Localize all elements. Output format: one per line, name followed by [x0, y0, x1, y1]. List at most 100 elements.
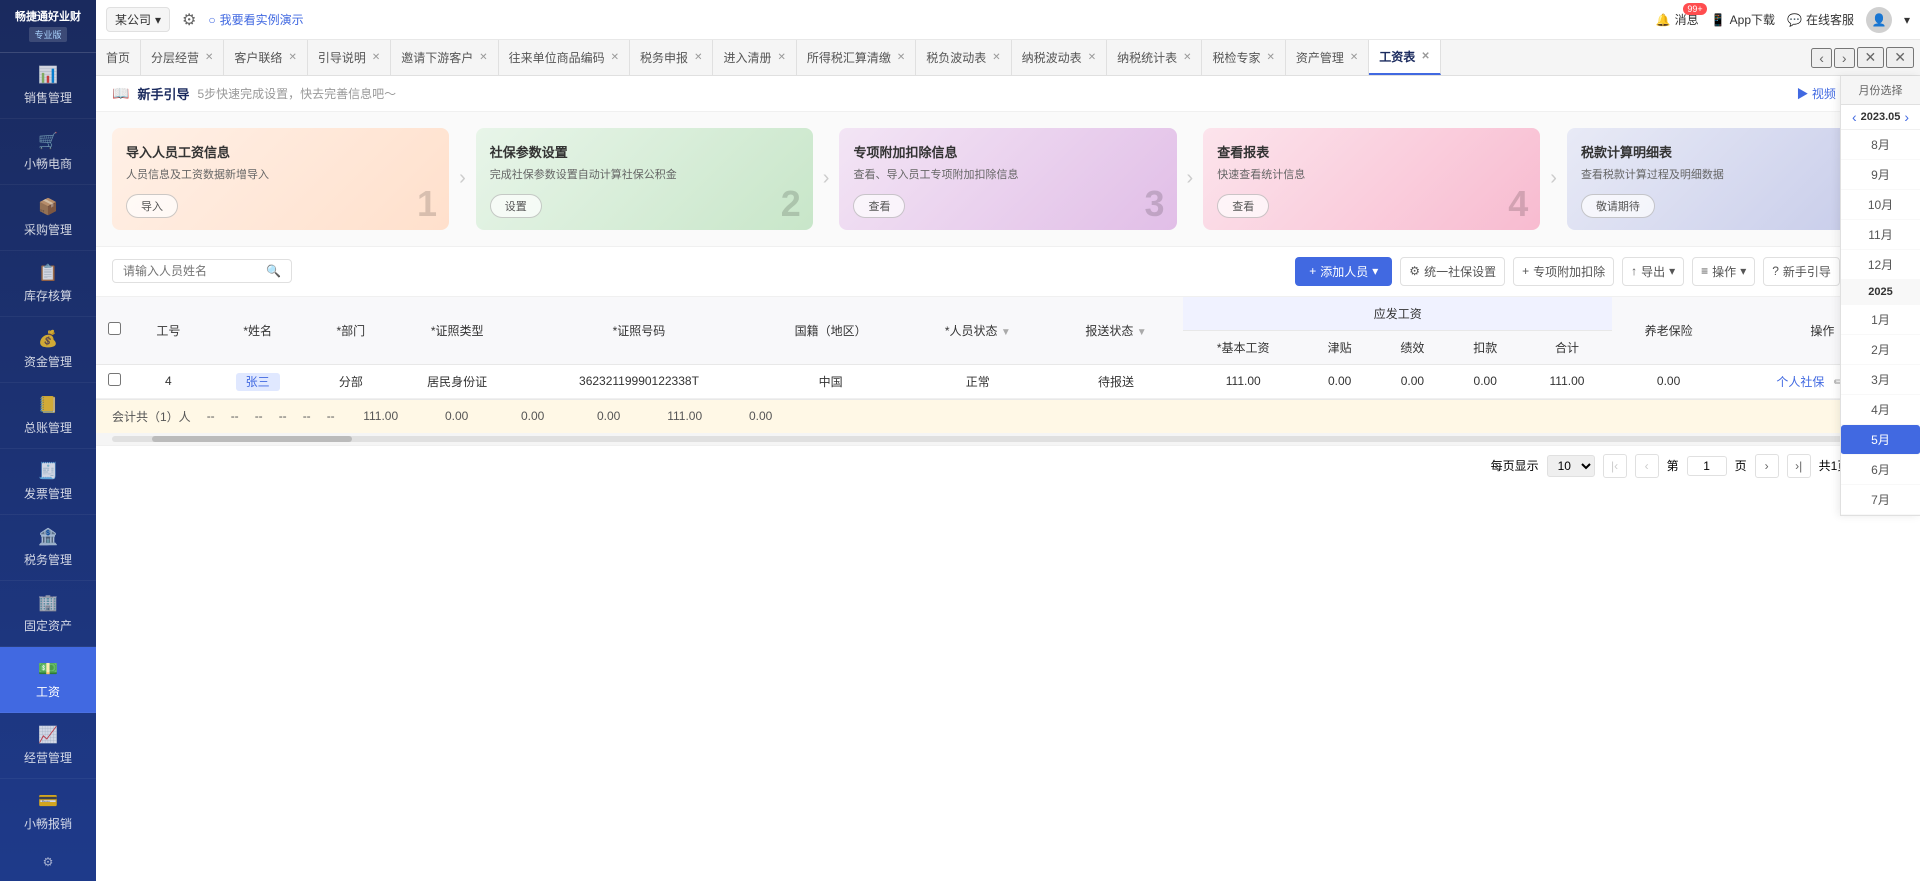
tab-next-btn[interactable]: ›: [1834, 48, 1855, 68]
tab-customer[interactable]: 客户联络 ✕: [224, 40, 307, 75]
sidebar-item-tax[interactable]: 🏦 税务管理: [0, 515, 96, 581]
tab-close-icon[interactable]: ✕: [372, 52, 380, 63]
tab-close-icon[interactable]: ✕: [1267, 52, 1275, 63]
month-item-3[interactable]: 3月: [1841, 365, 1920, 395]
sidebar-item-salary[interactable]: 💵 工资: [0, 647, 96, 713]
month-item-5-active[interactable]: 5月: [1841, 425, 1920, 455]
sidebar-item-inventory[interactable]: 📋 库存核算: [0, 251, 96, 317]
management-icon: 📈: [38, 725, 58, 745]
month-item-11[interactable]: 11月: [1841, 220, 1920, 250]
demo-link[interactable]: ○ 我要看实例演示: [208, 11, 303, 28]
year-next-btn[interactable]: ›: [1904, 109, 1909, 125]
scrollbar-thumb[interactable]: [152, 436, 352, 442]
sidebar-item-sales[interactable]: 📊 销售管理: [0, 53, 96, 119]
tab-close-icon[interactable]: ✕: [288, 52, 296, 63]
export-btn[interactable]: ↑ 导出 ▾: [1622, 257, 1684, 286]
sidebar-item-invoice[interactable]: 🧾 发票管理: [0, 449, 96, 515]
special-deduction-btn[interactable]: + 专项附加扣除: [1513, 257, 1614, 286]
tab-assets[interactable]: 资产管理 ✕: [1286, 40, 1369, 75]
onboarding-btn[interactable]: ? 新手引导: [1763, 257, 1840, 286]
tab-close-icon[interactable]: ✕: [992, 52, 1000, 63]
video-link[interactable]: ▶ 视频: [1797, 85, 1836, 102]
sidebar-item-expense[interactable]: 💳 小畅报销: [0, 779, 96, 843]
messages-btn[interactable]: 🔔 消息 99+: [1656, 11, 1699, 28]
step-3-btn[interactable]: 查看: [853, 194, 905, 218]
tab-product-code[interactable]: 往来单位商品编码 ✕: [499, 40, 630, 75]
tab-close-icon[interactable]: ✕: [479, 52, 487, 63]
user-menu-btn[interactable]: ▾: [1904, 13, 1910, 27]
prev-page-btn[interactable]: ‹: [1635, 454, 1659, 478]
th-base-salary: *基本工资: [1183, 330, 1303, 364]
search-icon[interactable]: 🔍: [266, 264, 281, 278]
tab-income-tax[interactable]: 所得税汇算清缴 ✕: [797, 40, 916, 75]
sidebar-item-assets[interactable]: 🏢 固定资产: [0, 581, 96, 647]
tab-prev-btn[interactable]: ‹: [1811, 48, 1832, 68]
sidebar-item-finance[interactable]: 💰 资金管理: [0, 317, 96, 383]
tab-tax-burden[interactable]: 税负波动表 ✕: [916, 40, 1011, 75]
month-item-9[interactable]: 9月: [1841, 160, 1920, 190]
first-page-btn[interactable]: |‹: [1603, 454, 1627, 478]
tab-layered[interactable]: 分层经营 ✕: [141, 40, 224, 75]
operations-btn[interactable]: ≡ 操作 ▾: [1692, 257, 1755, 286]
tab-close-icon[interactable]: ✕: [897, 52, 905, 63]
app-download-btn[interactable]: 📱 App下载: [1711, 11, 1775, 28]
search-input[interactable]: [123, 264, 260, 278]
tab-guide[interactable]: 引导说明 ✕: [308, 40, 391, 75]
tab-tax-fluctuation[interactable]: 纳税波动表 ✕: [1012, 40, 1107, 75]
add-person-button[interactable]: + 添加人员 ▾: [1295, 257, 1392, 286]
user-icon: 👤: [1871, 13, 1886, 27]
th-nationality: 国籍（地区）: [755, 297, 907, 365]
personal-social-security-link[interactable]: 个人社保: [1776, 375, 1824, 389]
month-item-10[interactable]: 10月: [1841, 190, 1920, 220]
sidebar-item-label: 小畅报销: [24, 815, 72, 832]
tab-close-icon[interactable]: ✕: [611, 52, 619, 63]
month-item-6[interactable]: 6月: [1841, 455, 1920, 485]
last-page-btn[interactable]: ›|: [1787, 454, 1811, 478]
month-item-8[interactable]: 8月: [1841, 130, 1920, 160]
select-all-checkbox[interactable]: [108, 322, 121, 335]
tab-tax-expert[interactable]: 税检专家 ✕: [1202, 40, 1285, 75]
online-service-btn[interactable]: 💬 在线客服: [1787, 11, 1854, 28]
month-item-1[interactable]: 1月: [1841, 305, 1920, 335]
tab-invite[interactable]: 邀请下游客户 ✕: [391, 40, 498, 75]
month-item-2[interactable]: 2月: [1841, 335, 1920, 365]
sidebar-item-purchase[interactable]: 📦 采购管理: [0, 185, 96, 251]
tab-tax-stats[interactable]: 纳税统计表 ✕: [1107, 40, 1202, 75]
settings-gear-icon[interactable]: ⚙: [178, 6, 200, 34]
month-item-4[interactable]: 4月: [1841, 395, 1920, 425]
filter-icon[interactable]: ▼: [1137, 327, 1147, 338]
social-security-settings-btn[interactable]: ⚙ 统一社保设置: [1400, 257, 1505, 286]
sidebar-item-ledger[interactable]: 📒 总账管理: [0, 383, 96, 449]
horizontal-scrollbar[interactable]: [96, 433, 1920, 445]
tab-clearance[interactable]: 进入清册 ✕: [713, 40, 796, 75]
avatar[interactable]: 👤: [1866, 7, 1892, 33]
sidebar-item-management[interactable]: 📈 经营管理: [0, 713, 96, 779]
filter-icon[interactable]: ▼: [1001, 327, 1011, 338]
step-4-desc: 快速查看统计信息: [1217, 167, 1526, 184]
month-item-12[interactable]: 12月: [1841, 250, 1920, 280]
tab-close-icon[interactable]: ✕: [1421, 51, 1429, 62]
page-input[interactable]: [1687, 456, 1727, 476]
step-2-btn[interactable]: 设置: [490, 194, 542, 218]
row-checkbox[interactable]: [108, 373, 121, 386]
tab-close-icon[interactable]: ✕: [1088, 52, 1096, 63]
step-5-btn[interactable]: 敬请期待: [1581, 194, 1655, 218]
tab-close-icon[interactable]: ✕: [205, 52, 213, 63]
next-page-btn[interactable]: ›: [1755, 454, 1779, 478]
tab-more-btn[interactable]: ✕: [1857, 47, 1885, 68]
page-size-select[interactable]: 10 20 50: [1547, 455, 1595, 477]
tab-close-icon[interactable]: ✕: [694, 52, 702, 63]
tab-close-icon[interactable]: ✕: [1350, 52, 1358, 63]
settings-btn[interactable]: ⚙: [0, 843, 96, 881]
tab-home[interactable]: 首页: [96, 40, 141, 75]
tab-close-icon[interactable]: ✕: [777, 52, 785, 63]
company-selector[interactable]: 某公司 ▾: [106, 7, 170, 32]
sidebar-item-ecommerce[interactable]: 🛒 小畅电商: [0, 119, 96, 185]
month-item-7[interactable]: 7月: [1841, 485, 1920, 515]
step-4-btn[interactable]: 查看: [1217, 194, 1269, 218]
tab-tax-declare[interactable]: 税务申报 ✕: [630, 40, 713, 75]
tab-close-icon[interactable]: ✕: [1183, 52, 1191, 63]
step-1-btn[interactable]: 导入: [126, 194, 178, 218]
tab-salary[interactable]: 工资表 ✕: [1369, 40, 1440, 75]
tab-close-all-btn[interactable]: ✕: [1886, 47, 1914, 68]
